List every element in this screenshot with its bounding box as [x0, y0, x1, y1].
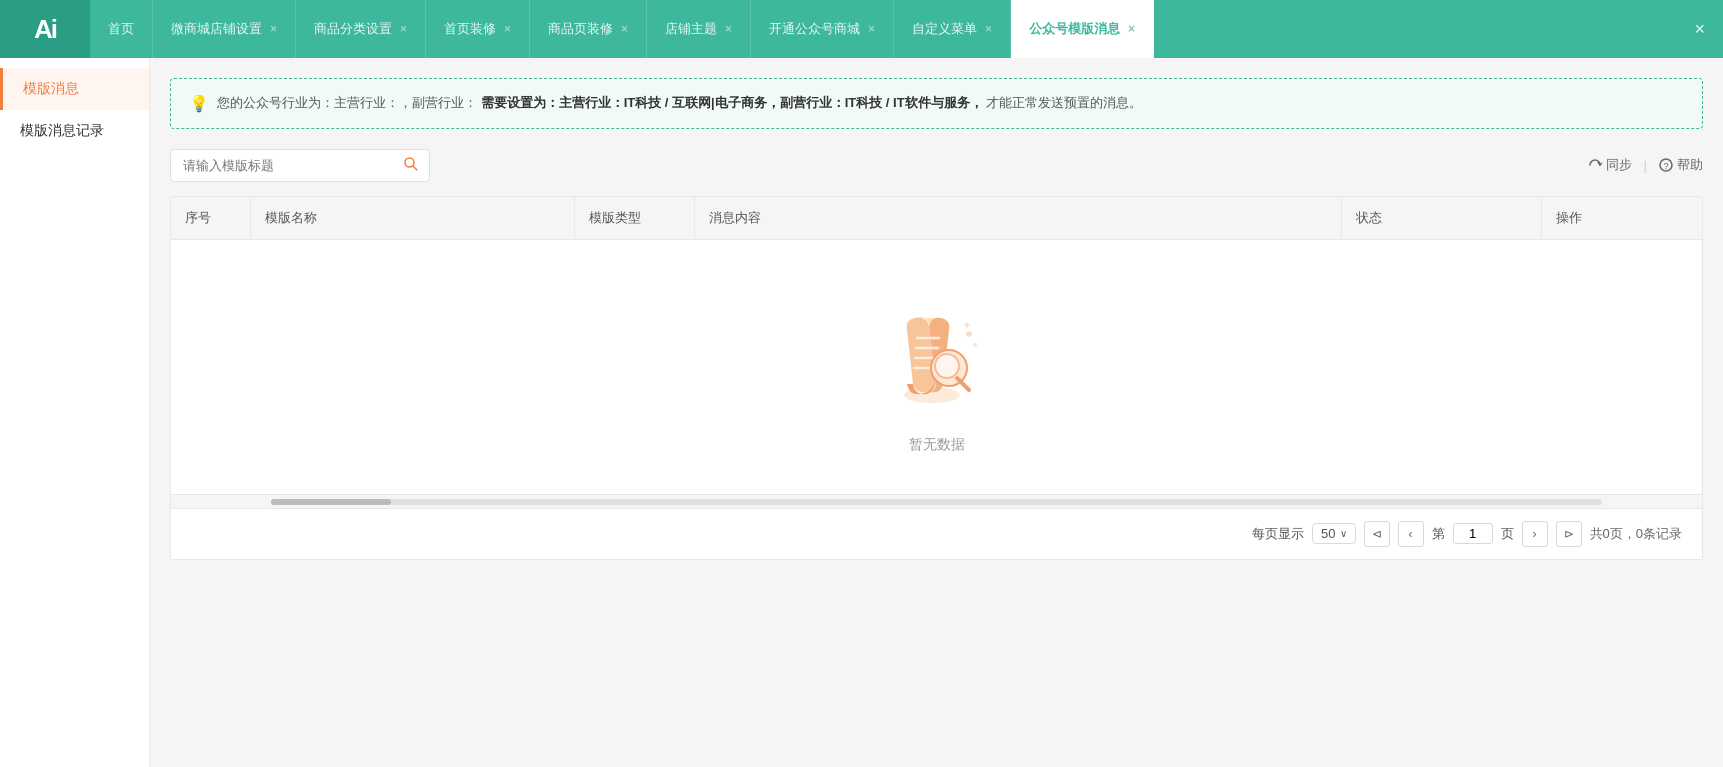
nav-tabs-container: 首页 微商城店铺设置 × 商品分类设置 × 首页装修 × 商品页装修 × 店铺主…	[90, 0, 1676, 58]
nav-tab-home[interactable]: 首页	[90, 0, 153, 58]
notice-box: 💡 您的公众号行业为：主营行业：，副营行业： 需要设置为：主营行业：IT科技 /…	[170, 78, 1703, 129]
nav-tab-weishop[interactable]: 微商城店铺设置 ×	[153, 0, 296, 58]
close-tab-wechat-shop[interactable]: ×	[868, 22, 875, 36]
col-name: 模版名称	[251, 197, 575, 239]
scrollbar-thumb[interactable]	[271, 499, 391, 505]
notice-icon: 💡	[189, 94, 209, 113]
nav-tab-home-decor[interactable]: 首页装修 ×	[426, 0, 530, 58]
content-area: 💡 您的公众号行业为：主营行业：，副营行业： 需要设置为：主营行业：IT科技 /…	[150, 58, 1723, 767]
notice-text: 您的公众号行业为：主营行业：，副营行业： 需要设置为：主营行业：IT科技 / 互…	[217, 93, 1142, 114]
col-content: 消息内容	[695, 197, 1342, 239]
close-tab-custom-menu[interactable]: ×	[985, 22, 992, 36]
page-label: 第	[1432, 525, 1445, 543]
page-suffix: 页	[1501, 525, 1514, 543]
close-tab-theme[interactable]: ×	[725, 22, 732, 36]
close-tab-weishop[interactable]: ×	[270, 22, 277, 36]
sidebar: 模版消息 模版消息记录	[0, 58, 150, 767]
close-tab-category[interactable]: ×	[400, 22, 407, 36]
scrollbar-track	[271, 499, 1602, 505]
page-size-label: 每页显示	[1252, 525, 1304, 543]
nav-tab-wechat-shop[interactable]: 开通公众号商城 ×	[751, 0, 894, 58]
sidebar-item-template-msg[interactable]: 模版消息	[0, 68, 149, 110]
help-icon: ?	[1659, 158, 1673, 172]
app-logo: Ai	[0, 0, 90, 58]
close-tab-template-msg[interactable]: ×	[1128, 22, 1135, 36]
page-size-value: 50	[1321, 526, 1335, 541]
page-number-input[interactable]	[1453, 523, 1493, 544]
col-seq: 序号	[171, 197, 251, 239]
main-layout: 模版消息 模版消息记录 💡 您的公众号行业为：主营行业：，副营行业： 需要设置为…	[0, 58, 1723, 767]
nav-tab-custom-menu[interactable]: 自定义菜单 ×	[894, 0, 1011, 58]
search-actions: 同步 | ? 帮助	[1588, 156, 1703, 174]
nav-tab-theme[interactable]: 店铺主题 ×	[647, 0, 751, 58]
col-type: 模版类型	[575, 197, 695, 239]
first-page-button[interactable]: ⊲	[1364, 521, 1390, 547]
svg-point-10	[935, 354, 959, 378]
empty-state: 暂无数据	[171, 240, 1702, 494]
top-navigation: Ai 首页 微商城店铺设置 × 商品分类设置 × 首页装修 × 商品页装修 × …	[0, 0, 1723, 58]
svg-point-13	[973, 343, 977, 347]
pagination: 每页显示 50 ∨ ⊲ ‹ 第 页 › ⊳ 共0页，0条记录	[171, 508, 1702, 559]
last-page-button[interactable]: ⊳	[1556, 521, 1582, 547]
prev-page-button[interactable]: ‹	[1398, 521, 1424, 547]
search-button[interactable]	[393, 150, 429, 181]
svg-line-1	[413, 166, 417, 170]
table-header: 序号 模版名称 模版类型 消息内容 状态 操作	[171, 197, 1702, 240]
col-action: 操作	[1542, 197, 1702, 239]
close-all-tabs-button[interactable]: ×	[1676, 19, 1723, 40]
help-button[interactable]: ? 帮助	[1659, 156, 1703, 174]
page-total: 共0页，0条记录	[1590, 525, 1682, 543]
close-tab-product-decor[interactable]: ×	[621, 22, 628, 36]
sync-icon	[1588, 158, 1602, 172]
sync-button[interactable]: 同步	[1588, 156, 1632, 174]
next-page-button[interactable]: ›	[1522, 521, 1548, 547]
empty-text: 暂无数据	[909, 436, 965, 454]
nav-tab-product-decor[interactable]: 商品页装修 ×	[530, 0, 647, 58]
col-status: 状态	[1342, 197, 1542, 239]
page-size-select[interactable]: 50 ∨	[1312, 523, 1355, 544]
search-input[interactable]	[171, 152, 393, 179]
data-table: 序号 模版名称 模版类型 消息内容 状态 操作	[170, 196, 1703, 560]
close-tab-home-decor[interactable]: ×	[504, 22, 511, 36]
divider: |	[1644, 158, 1647, 173]
empty-svg	[877, 300, 997, 420]
search-icon	[403, 156, 419, 172]
chevron-down-icon: ∨	[1340, 528, 1347, 539]
nav-tab-template-msg[interactable]: 公众号模版消息 ×	[1011, 0, 1154, 58]
search-bar: 同步 | ? 帮助	[170, 149, 1703, 182]
svg-text:?: ?	[1663, 161, 1668, 171]
nav-tab-category[interactable]: 商品分类设置 ×	[296, 0, 426, 58]
svg-point-12	[966, 331, 972, 337]
horizontal-scrollbar[interactable]	[171, 494, 1702, 508]
sidebar-item-template-record[interactable]: 模版消息记录	[0, 110, 149, 152]
search-field-container	[170, 149, 430, 182]
empty-illustration	[877, 300, 997, 420]
